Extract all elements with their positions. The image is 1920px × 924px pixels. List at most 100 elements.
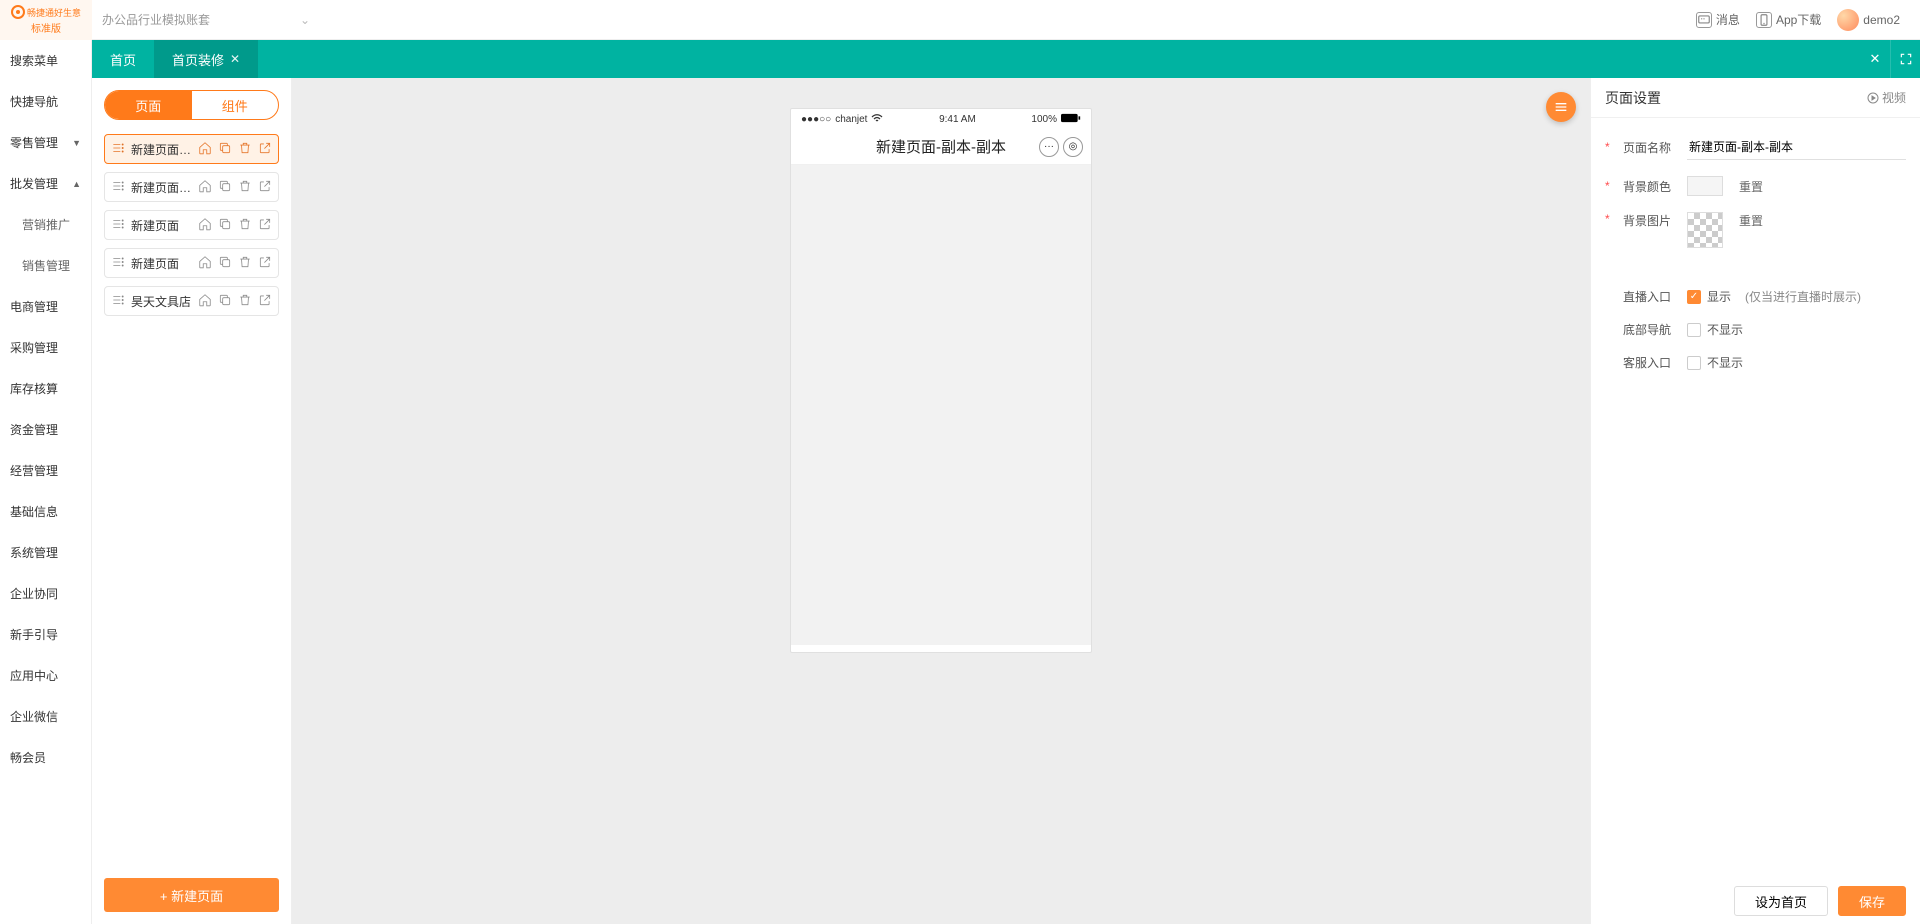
bg-image-reset[interactable]: 重置: [1739, 212, 1763, 229]
signal-icon: ●●●○○: [801, 114, 831, 125]
delete-icon[interactable]: [238, 179, 252, 196]
nav-item[interactable]: 采购管理: [0, 327, 91, 368]
nav-item[interactable]: 批发管理▲: [0, 163, 91, 204]
nav-item-label: 新手引导: [10, 626, 58, 643]
home-icon[interactable]: [198, 255, 212, 272]
segment-component[interactable]: 组件: [192, 91, 279, 119]
share-icon[interactable]: [258, 141, 272, 158]
home-icon[interactable]: [198, 217, 212, 234]
delete-icon[interactable]: [238, 217, 252, 234]
video-tutorial-link[interactable]: 视频: [1867, 89, 1906, 106]
nav-item-label: 批发管理: [10, 175, 58, 192]
messages-button[interactable]: 消息: [1696, 11, 1740, 28]
page-list-item[interactable]: 昊天文具店: [104, 286, 279, 316]
bg-color-label: 背景颜色: [1623, 178, 1677, 195]
phone-body[interactable]: [791, 165, 1091, 645]
delete-icon[interactable]: [238, 255, 252, 272]
bg-color-swatch[interactable]: [1687, 176, 1723, 196]
nav-item-label: 系统管理: [10, 544, 58, 561]
copy-icon[interactable]: [218, 217, 232, 234]
tab-label: 首页装修: [172, 50, 224, 69]
nav-item-label: 零售管理: [10, 134, 58, 151]
phone-carrier: chanjet: [835, 114, 867, 125]
nav-item[interactable]: 零售管理▼: [0, 122, 91, 163]
nav-item[interactable]: 系统管理: [0, 532, 91, 573]
home-icon[interactable]: [198, 141, 212, 158]
copy-icon[interactable]: [218, 293, 232, 310]
segment-page[interactable]: 页面: [105, 91, 192, 119]
page-list-item[interactable]: 新建页面-副本...: [104, 134, 279, 164]
page-list-item[interactable]: 新建页面: [104, 248, 279, 278]
copy-icon[interactable]: [218, 179, 232, 196]
service-entry-label: 客服入口: [1623, 354, 1677, 371]
drag-icon[interactable]: [111, 179, 125, 196]
tab[interactable]: 首页: [92, 40, 154, 78]
app-download-label: App下载: [1776, 11, 1821, 28]
nav-item[interactable]: 应用中心: [0, 655, 91, 696]
tabbar-close-button[interactable]: ✕: [1860, 40, 1890, 78]
nav-item[interactable]: 经营管理: [0, 450, 91, 491]
logo[interactable]: 畅捷通好生意 标准版: [0, 0, 92, 40]
service-entry-text: 不显示: [1707, 354, 1743, 371]
page-list-item[interactable]: 新建页面-副本: [104, 172, 279, 202]
drag-icon[interactable]: [111, 217, 125, 234]
app-download-button[interactable]: App下载: [1756, 11, 1821, 28]
nav-item[interactable]: 营销推广: [0, 204, 91, 245]
share-icon[interactable]: [258, 255, 272, 272]
home-icon[interactable]: [198, 179, 212, 196]
account-selector[interactable]: 办公品行业模拟账套 ⌄: [102, 11, 310, 28]
bottom-nav-label: 底部导航: [1623, 321, 1677, 338]
drag-icon[interactable]: [111, 141, 125, 158]
nav-item-label: 电商管理: [10, 298, 58, 315]
page-list-item[interactable]: 新建页面: [104, 210, 279, 240]
nav-item[interactable]: 快捷导航: [0, 81, 91, 122]
home-icon[interactable]: [198, 293, 212, 310]
share-icon[interactable]: [258, 217, 272, 234]
phone-status-bar: ●●●○○ chanjet 9:41 AM 100%: [791, 109, 1091, 129]
delete-icon[interactable]: [238, 293, 252, 310]
tab[interactable]: 首页装修 ✕: [154, 40, 258, 78]
service-entry-checkbox[interactable]: 不显示: [1687, 354, 1743, 371]
nav-item[interactable]: 新手引导: [0, 614, 91, 655]
page-name-input[interactable]: [1687, 134, 1906, 160]
page-item-name: 新建页面: [131, 217, 192, 234]
component-drawer-toggle[interactable]: [1546, 92, 1576, 122]
bg-color-reset[interactable]: 重置: [1739, 178, 1763, 195]
delete-icon[interactable]: [238, 141, 252, 158]
miniprogram-menu-icon[interactable]: ···: [1039, 137, 1059, 157]
nav-item-label: 库存核算: [10, 380, 58, 397]
live-entry-hint: (仅当进行直播时展示): [1745, 288, 1861, 305]
live-entry-checkbox[interactable]: 显示: [1687, 288, 1731, 305]
nav-item[interactable]: 资金管理: [0, 409, 91, 450]
save-button[interactable]: 保存: [1838, 886, 1906, 916]
miniprogram-close-icon[interactable]: ◎: [1063, 137, 1083, 157]
nav-item[interactable]: 销售管理: [0, 245, 91, 286]
bg-image-picker[interactable]: [1687, 212, 1723, 248]
nav-item[interactable]: 库存核算: [0, 368, 91, 409]
bottom-nav-checkbox[interactable]: 不显示: [1687, 321, 1743, 338]
nav-item[interactable]: 畅会员: [0, 737, 91, 778]
share-icon[interactable]: [258, 293, 272, 310]
close-icon[interactable]: ✕: [230, 52, 240, 66]
user-menu[interactable]: demo2: [1837, 9, 1900, 31]
drag-icon[interactable]: [111, 255, 125, 272]
drag-icon[interactable]: [111, 293, 125, 310]
nav-item[interactable]: 企业协同: [0, 573, 91, 614]
nav-item-label: 营销推广: [22, 216, 70, 233]
live-entry-label: 直播入口: [1623, 288, 1677, 305]
play-icon: [1867, 92, 1879, 104]
copy-icon[interactable]: [218, 141, 232, 158]
page-item-name: 昊天文具店: [131, 293, 192, 310]
nav-item[interactable]: 企业微信: [0, 696, 91, 737]
share-icon[interactable]: [258, 179, 272, 196]
phone-title: 新建页面-副本-副本: [876, 136, 1006, 157]
nav-item[interactable]: 基础信息: [0, 491, 91, 532]
copy-icon[interactable]: [218, 255, 232, 272]
nav-item[interactable]: 电商管理: [0, 286, 91, 327]
nav-item[interactable]: 搜索菜单: [0, 40, 91, 81]
username: demo2: [1863, 13, 1900, 27]
nav-item-label: 企业协同: [10, 585, 58, 602]
new-page-button[interactable]: + 新建页面: [104, 878, 279, 912]
set-home-button[interactable]: 设为首页: [1734, 886, 1828, 916]
tabbar-fullscreen-button[interactable]: [1890, 40, 1920, 78]
